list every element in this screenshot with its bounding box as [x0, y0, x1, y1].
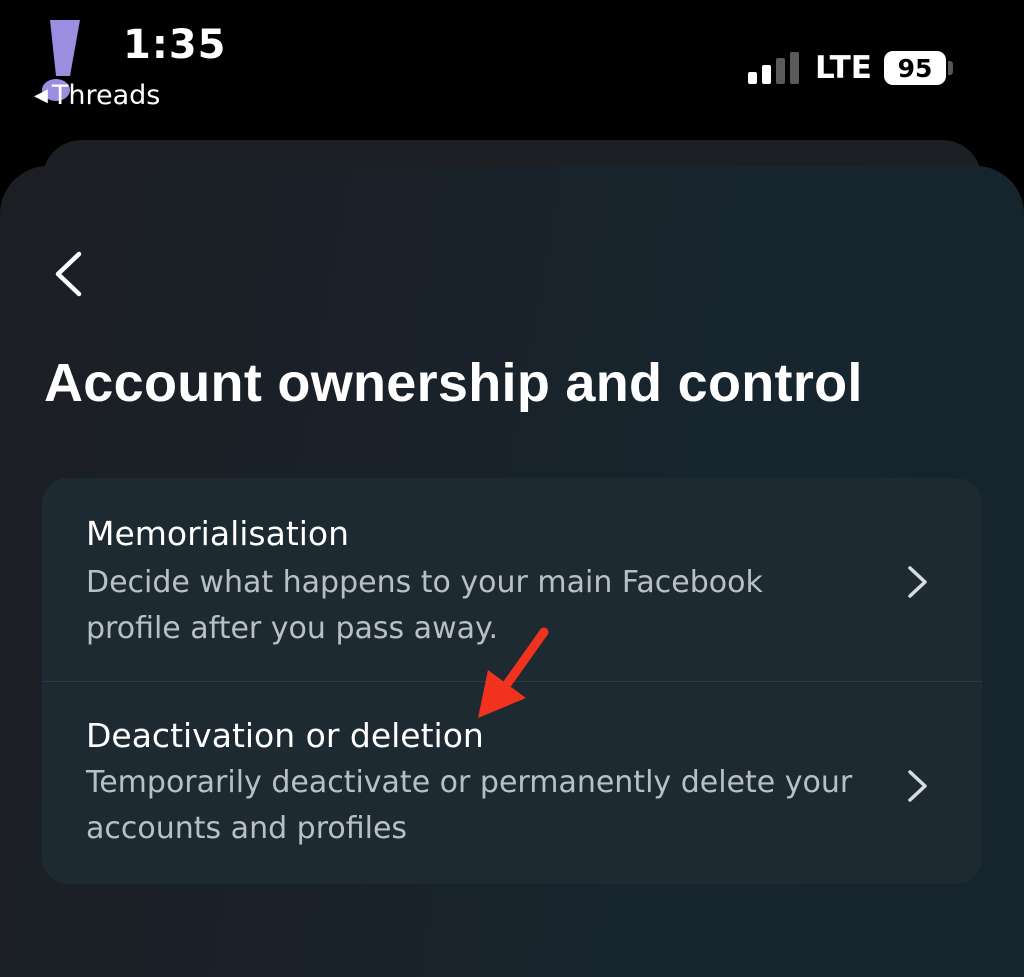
- settings-sheet: Account ownership and control Memorialis…: [0, 166, 1024, 977]
- chevron-left-icon: [55, 251, 82, 297]
- back-to-app-link[interactable]: ◀ Threads: [34, 80, 160, 111]
- row-description: Temporarily deactivate or permanently de…: [86, 765, 853, 846]
- status-time: 1:35: [123, 22, 227, 68]
- page-title: Account ownership and control: [44, 353, 863, 413]
- back-button[interactable]: [40, 246, 96, 302]
- back-triangle-icon: ◀: [34, 85, 48, 106]
- red-arrow-icon: [478, 627, 549, 718]
- signal-strength-icon: [748, 52, 799, 84]
- battery-tip: [948, 61, 953, 75]
- battery-indicator: 95: [884, 51, 946, 85]
- row-title: Deactivation or deletion: [86, 716, 484, 755]
- row-title: Memorialisation: [86, 514, 350, 553]
- status-bar: 1:35 ◀ Threads LTE 95: [0, 0, 1024, 140]
- chevron-right-icon: [908, 770, 927, 802]
- back-app-label: Threads: [51, 80, 161, 111]
- phone-screen: 1:35 ◀ Threads LTE 95 Account ownership …: [0, 0, 1024, 977]
- network-type: LTE: [815, 50, 872, 86]
- chevron-right-icon: [908, 566, 927, 598]
